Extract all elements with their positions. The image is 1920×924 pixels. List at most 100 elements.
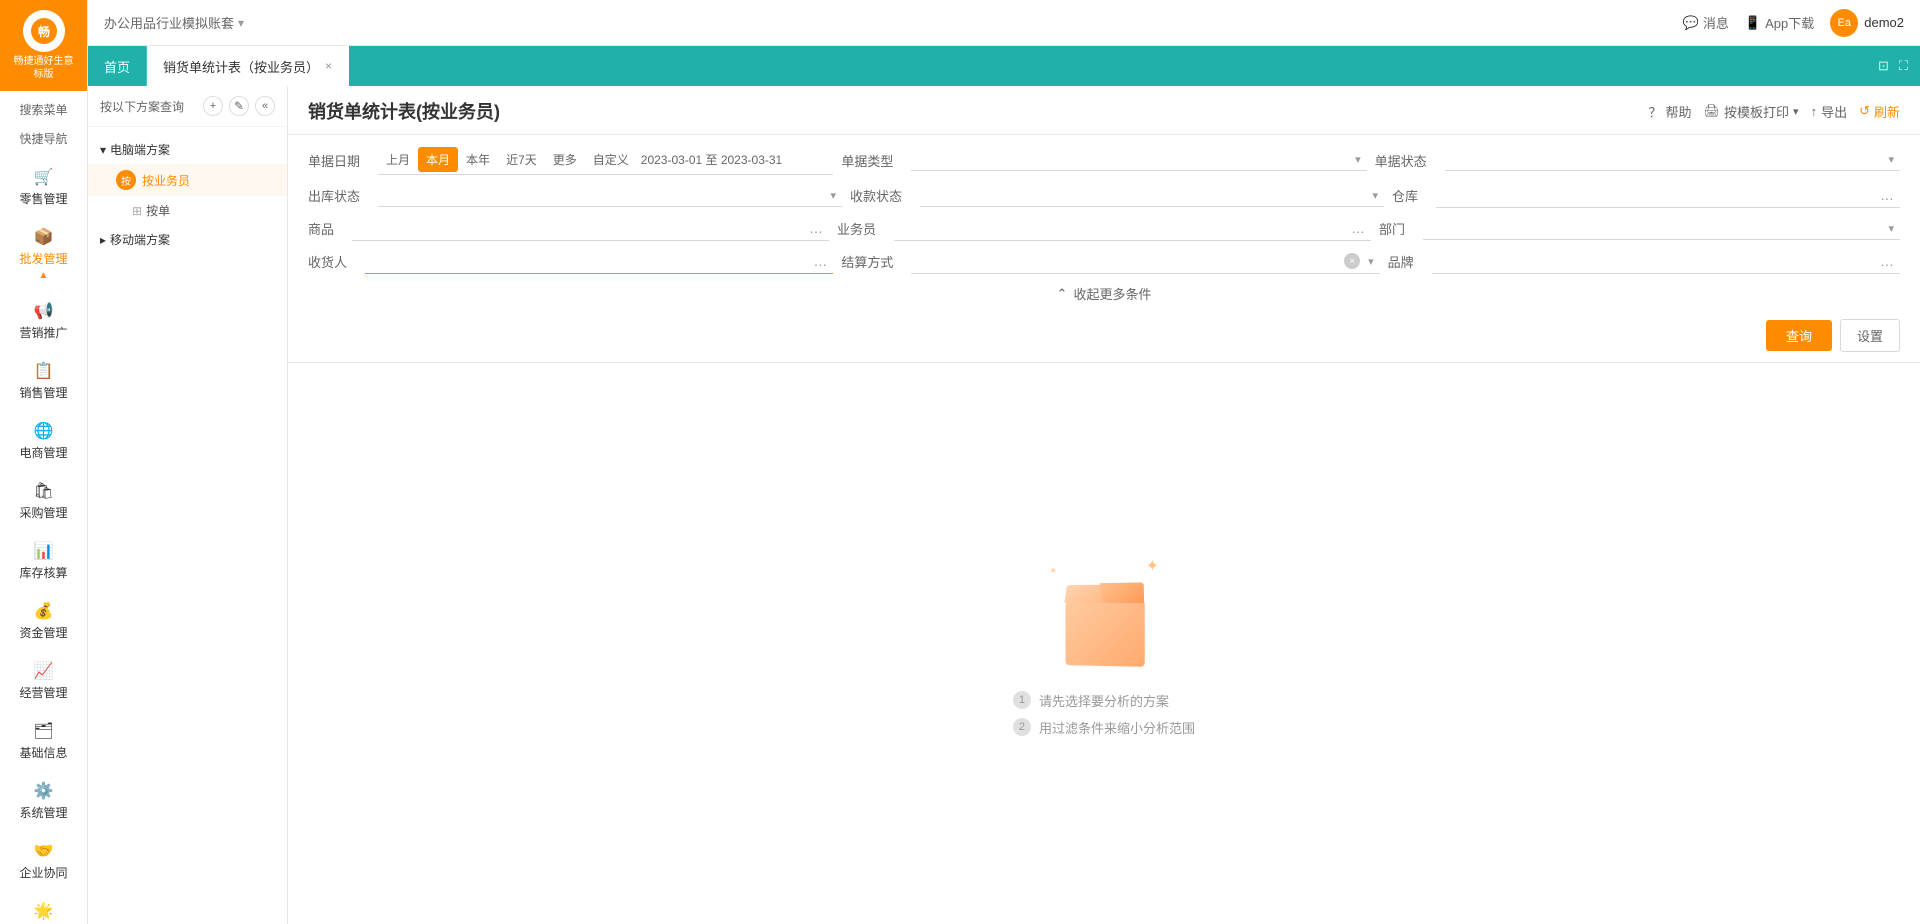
goods-field[interactable]: … (352, 216, 829, 241)
sidebar-search[interactable]: 搜索菜单 (0, 91, 87, 124)
left-panel-header: 按以下方案查询 + ✎ « (88, 86, 287, 127)
sidebar-item-marketing[interactable]: 📢 营销推广 (0, 291, 87, 351)
type-field[interactable]: ▾ (911, 149, 1366, 171)
svg-text:畅: 畅 (37, 24, 49, 39)
message-button[interactable]: 💬 消息 (1683, 13, 1729, 32)
sidebar-item-wholesale[interactable]: 📦 批发管理 ▲ (0, 217, 87, 291)
status-arrow: ▾ (1888, 153, 1894, 166)
receiver-field[interactable]: … (365, 249, 833, 274)
sidebar-item-ecommerce[interactable]: 🌐 电商管理 (0, 411, 87, 471)
empty-illustration: ✦ ✦ (1039, 551, 1169, 671)
ecommerce-icon: 🌐 (34, 421, 54, 441)
sidebar-item-sales[interactable]: 📋 销售管理 (0, 351, 87, 411)
type-label: 单据类型 (841, 151, 903, 170)
app-icon: 📱 (1745, 15, 1761, 31)
receiver-input[interactable] (371, 254, 809, 269)
scheme-group-mobile[interactable]: ▸ 移动端方案 (88, 225, 287, 254)
group-arrow-mobile: ▸ (100, 233, 106, 247)
sidebar-item-newbie[interactable]: 🌟 新手引导 (0, 891, 87, 924)
date-btn-this-month[interactable]: 本月 (418, 147, 458, 172)
collapse-icon: ⌃ (1057, 286, 1068, 302)
out-status-field[interactable]: ▾ (378, 185, 842, 207)
sparkle-icon: ✦ (1146, 556, 1159, 576)
settlement-clear-button[interactable]: × (1344, 253, 1360, 269)
basic-icon: 🗂 (33, 721, 53, 741)
inventory-icon: 📊 (34, 541, 54, 561)
staff-dots[interactable]: … (1351, 220, 1365, 236)
content-area: 按以下方案查询 + ✎ « ▾ 电脑端方案 按 按业务员 ⊞ (88, 86, 1920, 924)
goods-dots[interactable]: … (809, 220, 823, 236)
sidebar-item-purchase[interactable]: 🛍 采购管理 (0, 471, 87, 531)
date-btn-more[interactable]: 更多 (545, 147, 585, 172)
date-btn-7days[interactable]: 近7天 (498, 147, 545, 172)
setting-button[interactable]: 设置 (1840, 319, 1900, 352)
operations-icon: 📈 (34, 661, 54, 681)
date-btn-custom[interactable]: 自定义 (585, 147, 637, 172)
left-panel: 按以下方案查询 + ✎ « ▾ 电脑端方案 按 按业务员 ⊞ (88, 86, 288, 924)
payment-field[interactable]: ▾ (920, 185, 1384, 207)
sales-icon: 📋 (34, 361, 54, 381)
collapse-filters-button[interactable]: ⌃ 收起更多条件 (288, 274, 1920, 311)
app-download-button[interactable]: 📱 App下载 (1745, 13, 1814, 32)
sidebar-item-basic[interactable]: 🗂 基础信息 (0, 711, 87, 771)
help-button[interactable]: ？ 帮助 (1648, 102, 1691, 121)
scheme-item-by-order[interactable]: ⊞ 按单 (88, 196, 287, 225)
add-scheme-button[interactable]: + (203, 96, 223, 116)
query-button[interactable]: 查询 (1766, 320, 1832, 351)
warehouse-dots[interactable]: … (1880, 187, 1894, 203)
print-button[interactable]: 🖨 按模板打印 ▾ (1704, 102, 1799, 121)
warehouse-field[interactable]: … (1436, 183, 1900, 208)
warehouse-label: 仓库 (1392, 186, 1428, 205)
system-icon: ⚙️ (34, 781, 54, 801)
topbar: 办公用品行业模拟账套 ▾ 💬 消息 📱 App下载 Ea demo2 (88, 0, 1920, 46)
marketing-icon: 📢 (34, 301, 54, 321)
retail-icon: 🛒 (34, 167, 54, 187)
tab-sales-stat[interactable]: 销货单统计表（按业务员） × (147, 46, 349, 86)
brand-dots[interactable]: … (1880, 253, 1894, 269)
sidebar-item-finance[interactable]: 💰 资金管理 (0, 591, 87, 651)
sidebar-item-retail[interactable]: 🛒 零售管理 (0, 157, 87, 217)
status-label: 单据状态 (1375, 151, 1437, 170)
status-field[interactable]: ▾ (1445, 149, 1900, 171)
sidebar-item-system[interactable]: ⚙️ 系统管理 (0, 771, 87, 831)
dept-field[interactable]: ▾ (1423, 218, 1900, 240)
scheme-item-by-staff[interactable]: 按 按业务员 (88, 164, 287, 196)
receiver-dots[interactable]: … (813, 253, 827, 269)
tab-home[interactable]: 首页 (88, 46, 147, 86)
date-btn-last-month[interactable]: 上月 (378, 147, 418, 172)
empty-state: ✦ ✦ 1 请先选择要分析的方案 2 用过滤条件来缩小分析范围 (1013, 551, 1195, 737)
data-area: ✦ ✦ 1 请先选择要分析的方案 2 用过滤条件来缩小分析范围 (288, 363, 1920, 924)
minimize-icon[interactable]: ⊡ (1878, 58, 1889, 74)
type-arrow: ▾ (1355, 153, 1361, 166)
sidebar-quick-nav[interactable]: 快捷导航 (0, 124, 87, 153)
date-btn-this-year[interactable]: 本年 (458, 147, 498, 172)
brand-field[interactable]: … (1432, 249, 1900, 274)
maximize-icon[interactable]: ⛶ (1899, 58, 1908, 74)
hint-num-2: 2 (1013, 718, 1031, 736)
staff-field[interactable]: … (894, 216, 1371, 241)
settlement-field[interactable]: × ▾ (911, 249, 1379, 274)
finance-icon: 💰 (34, 601, 54, 621)
sidebar-item-inventory[interactable]: 📊 库存核算 (0, 531, 87, 591)
group-arrow-pc: ▾ (100, 143, 106, 157)
tab-close-button[interactable]: × (325, 59, 332, 73)
scheme-group-pc[interactable]: ▾ 电脑端方案 (88, 135, 287, 164)
title-arrow[interactable]: ▾ (238, 16, 244, 30)
date-range-display: 2023-03-01 至 2023-03-31 (641, 151, 782, 168)
filter-block: 单据日期 上月 本月 本年 近7天 更多 自定义 2023-03-01 至 20… (288, 135, 1920, 363)
edit-scheme-button[interactable]: ✎ (229, 96, 249, 116)
collapse-panel-button[interactable]: « (255, 96, 275, 116)
sidebar-item-enterprise[interactable]: 🤝 企业协同 (0, 831, 87, 891)
logo-icon: 畅 (23, 10, 65, 52)
user-menu[interactable]: Ea demo2 (1830, 9, 1904, 37)
sidebar: 畅 畅捷通好生意 标版 搜索菜单 快捷导航 🛒 零售管理 📦 批发管理 ▲ 📢 … (0, 0, 88, 924)
payment-arrow: ▾ (1372, 189, 1378, 202)
tabbar-actions: ⊡ ⛶ (1866, 58, 1920, 74)
refresh-button[interactable]: ↺ 刷新 (1859, 102, 1900, 121)
sidebar-item-operations[interactable]: 📈 经营管理 (0, 651, 87, 711)
export-button[interactable]: ↑ 导出 (1811, 102, 1848, 121)
print-arrow[interactable]: ▾ (1793, 105, 1799, 118)
dept-label: 部门 (1379, 219, 1415, 238)
payment-label: 收款状态 (850, 186, 912, 205)
page-title: 销货单统计表(按业务员) (308, 98, 500, 124)
